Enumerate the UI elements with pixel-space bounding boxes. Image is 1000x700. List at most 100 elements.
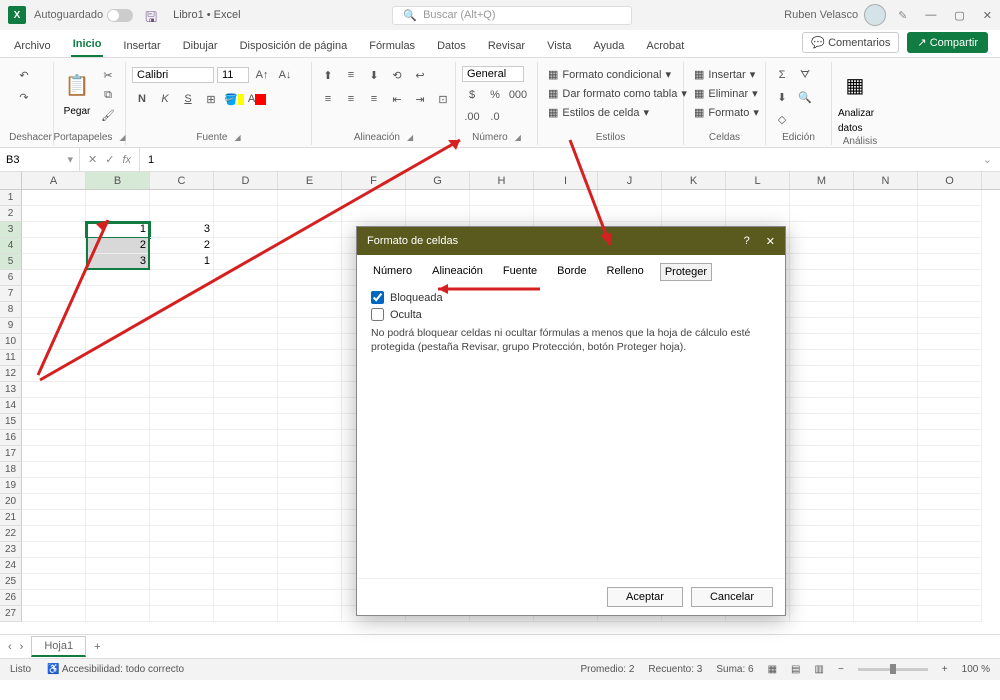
row-header[interactable]: 7 <box>0 286 22 302</box>
cell[interactable] <box>86 590 150 606</box>
cell[interactable] <box>278 446 342 462</box>
increase-decimal-icon[interactable]: .00 <box>462 108 482 126</box>
cell[interactable] <box>22 526 86 542</box>
cell[interactable] <box>790 462 854 478</box>
col-header[interactable]: M <box>790 172 854 189</box>
checkbox-input[interactable] <box>371 308 384 321</box>
cell[interactable]: 2 <box>150 238 214 254</box>
cell[interactable] <box>790 366 854 382</box>
cell[interactable] <box>214 526 278 542</box>
cell[interactable] <box>790 478 854 494</box>
cell[interactable] <box>854 526 918 542</box>
cell[interactable] <box>214 334 278 350</box>
cell[interactable] <box>918 526 982 542</box>
cell[interactable] <box>22 430 86 446</box>
cell[interactable] <box>918 462 982 478</box>
toggle-icon[interactable] <box>107 9 133 22</box>
cell[interactable] <box>278 222 342 238</box>
cell[interactable] <box>150 510 214 526</box>
cell[interactable] <box>150 478 214 494</box>
cell[interactable] <box>86 398 150 414</box>
cell[interactable] <box>214 366 278 382</box>
row-header[interactable]: 27 <box>0 606 22 622</box>
cell[interactable] <box>150 606 214 622</box>
cell[interactable] <box>918 590 982 606</box>
cell[interactable] <box>918 302 982 318</box>
row-header[interactable]: 19 <box>0 478 22 494</box>
col-header[interactable]: C <box>150 172 214 189</box>
cell[interactable] <box>150 270 214 286</box>
cell[interactable] <box>278 366 342 382</box>
cell[interactable] <box>214 574 278 590</box>
cell[interactable] <box>854 478 918 494</box>
row-header[interactable]: 12 <box>0 366 22 382</box>
cell[interactable] <box>214 206 278 222</box>
row-header[interactable]: 25 <box>0 574 22 590</box>
cell[interactable] <box>918 206 982 222</box>
tab-formulas[interactable]: Fórmulas <box>367 40 417 57</box>
cell[interactable] <box>726 190 790 206</box>
tab-ayuda[interactable]: Ayuda <box>591 40 626 57</box>
cell[interactable] <box>790 414 854 430</box>
cell[interactable] <box>22 238 86 254</box>
cell[interactable] <box>278 206 342 222</box>
dlg-tab-proteger[interactable]: Proteger <box>660 263 712 281</box>
dlg-tab-borde[interactable]: Borde <box>553 263 590 281</box>
cell[interactable] <box>214 606 278 622</box>
fill-color-icon[interactable]: 🪣 <box>224 90 244 108</box>
user-account[interactable]: Ruben Velasco <box>784 4 886 26</box>
find-icon[interactable]: 🔍 <box>795 88 815 106</box>
launcher-icon[interactable]: ◢ <box>407 133 413 142</box>
col-header[interactable]: L <box>726 172 790 189</box>
dlg-tab-fuente[interactable]: Fuente <box>499 263 541 281</box>
expand-formula-icon[interactable]: ⌄ <box>975 153 1000 166</box>
tab-acrobat[interactable]: Acrobat <box>644 40 686 57</box>
cell[interactable] <box>726 206 790 222</box>
row-header[interactable]: 6 <box>0 270 22 286</box>
cell[interactable] <box>278 334 342 350</box>
cell[interactable] <box>86 574 150 590</box>
cell[interactable] <box>598 206 662 222</box>
cell[interactable] <box>854 398 918 414</box>
view-layout-icon[interactable]: ▤ <box>791 664 800 675</box>
tab-inicio[interactable]: Inicio <box>71 38 104 57</box>
col-header[interactable]: D <box>214 172 278 189</box>
cell[interactable] <box>278 398 342 414</box>
cell[interactable] <box>918 542 982 558</box>
close-dialog-icon[interactable]: ✕ <box>766 235 775 248</box>
cell[interactable] <box>150 366 214 382</box>
percent-icon[interactable]: % <box>485 86 505 104</box>
cell[interactable] <box>86 318 150 334</box>
sort-filter-icon[interactable]: ᗊ <box>795 66 815 84</box>
cell[interactable] <box>278 590 342 606</box>
cell[interactable] <box>278 286 342 302</box>
cell[interactable] <box>918 606 982 622</box>
cell[interactable] <box>790 430 854 446</box>
cell[interactable] <box>918 446 982 462</box>
cell[interactable] <box>854 318 918 334</box>
align-top-icon[interactable]: ⬆ <box>318 66 338 84</box>
cell[interactable] <box>22 318 86 334</box>
cell[interactable] <box>214 478 278 494</box>
tab-datos[interactable]: Datos <box>435 40 468 57</box>
cell[interactable] <box>86 414 150 430</box>
cell[interactable] <box>150 286 214 302</box>
select-all-corner[interactable] <box>0 172 22 189</box>
italic-button[interactable]: K <box>155 90 175 108</box>
cell[interactable] <box>22 542 86 558</box>
cell[interactable] <box>86 430 150 446</box>
cell[interactable] <box>214 430 278 446</box>
cell[interactable] <box>22 606 86 622</box>
row-header[interactable]: 24 <box>0 558 22 574</box>
cell[interactable] <box>150 558 214 574</box>
cell[interactable] <box>854 430 918 446</box>
cell[interactable]: 1 <box>150 254 214 270</box>
cell[interactable] <box>86 270 150 286</box>
col-header[interactable]: N <box>854 172 918 189</box>
cell[interactable] <box>918 254 982 270</box>
view-pagebreak-icon[interactable]: ▥ <box>815 664 824 675</box>
cell[interactable] <box>278 270 342 286</box>
cell[interactable] <box>278 318 342 334</box>
comments-button[interactable]: 💬 Comentarios <box>802 32 899 53</box>
cell[interactable] <box>86 526 150 542</box>
